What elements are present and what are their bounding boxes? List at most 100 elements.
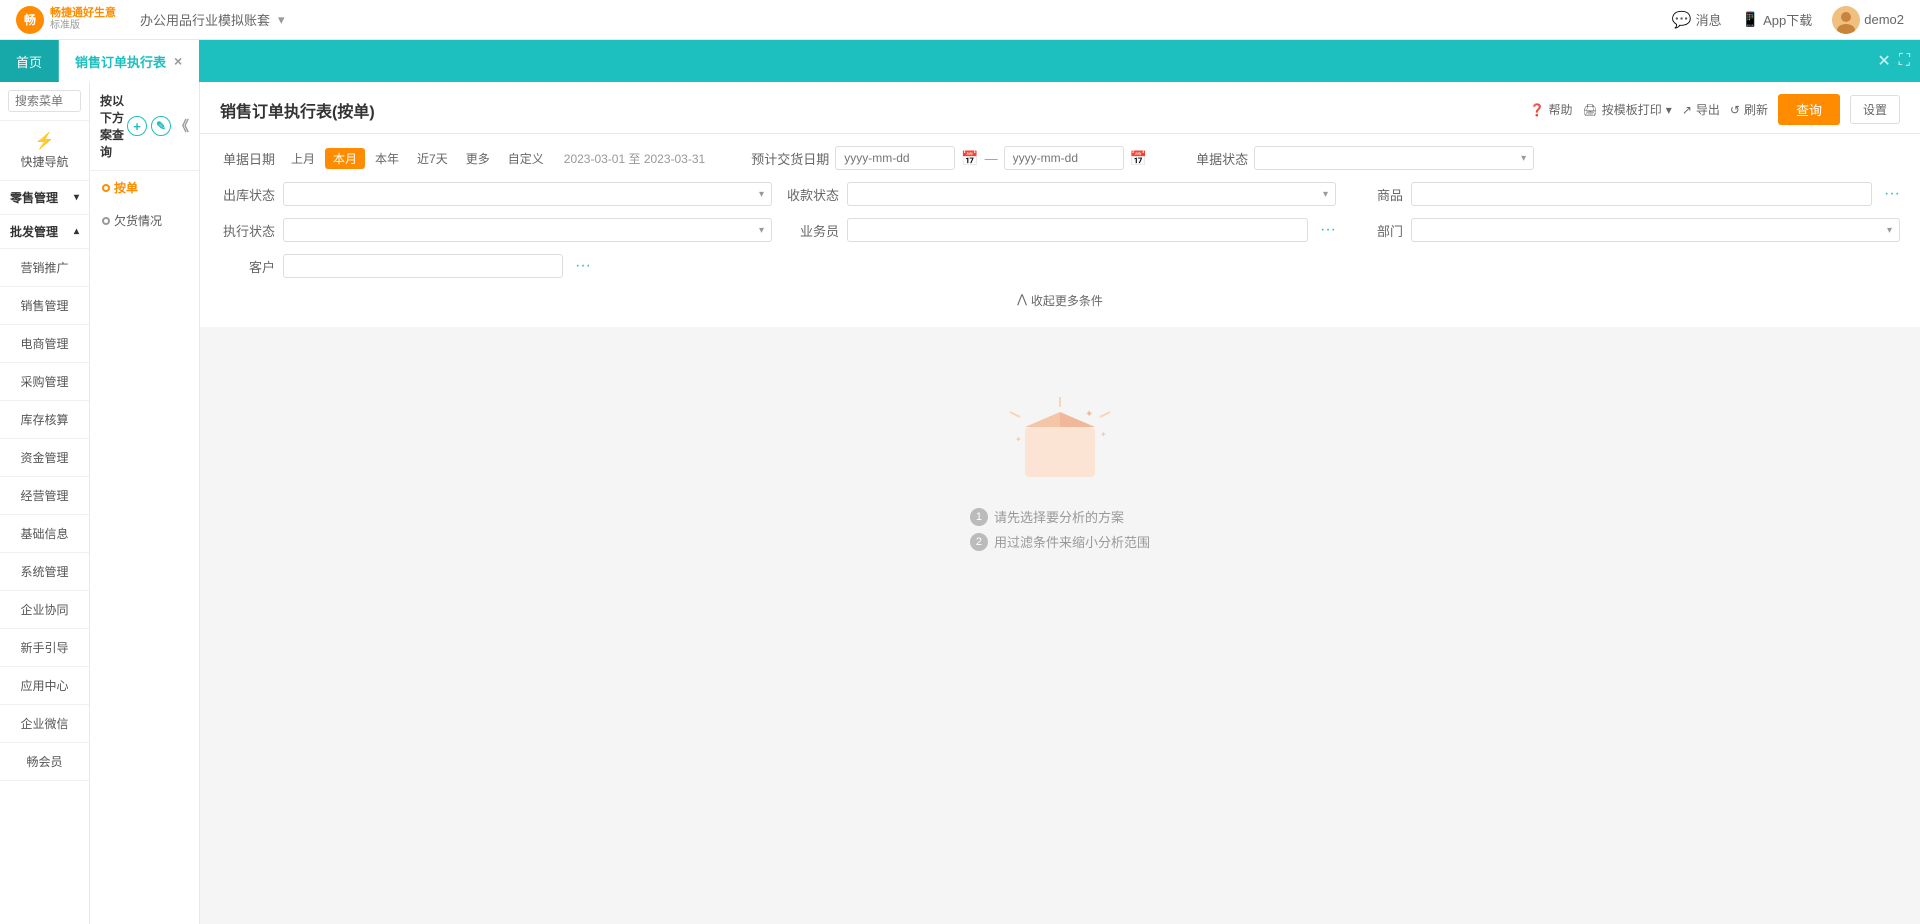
collapse-chevron-icon: ⋀ [1017, 292, 1027, 309]
customer-input[interactable] [283, 254, 563, 278]
date-filter-label: 单据日期 [220, 149, 275, 168]
sidebar-item-basic[interactable]: 基础信息 [0, 515, 89, 553]
logo-icon: 畅 [16, 6, 44, 34]
page-title: 销售订单执行表(按单) [220, 98, 375, 122]
tab-sales-order[interactable]: 销售订单执行表 × [59, 40, 199, 82]
inactive-dot-icon [102, 217, 110, 225]
empty-state: ✦ ✦ ✦ 1 请先选择要分析的方案 2 用过滤条件来缩小分析范围 [200, 327, 1920, 617]
active-dot-icon [102, 184, 110, 192]
empty-step-2: 2 用过滤条件来缩小分析范围 [970, 532, 1150, 551]
search-input[interactable] [8, 90, 81, 112]
sidebar-item-apps[interactable]: 应用中心 [0, 667, 89, 705]
sub-sidebar-item-欠货情况[interactable]: 欠货情况 [90, 204, 199, 237]
help-button[interactable]: ❓ 帮助 [1530, 101, 1573, 118]
date-tab-last-7[interactable]: 近7天 [409, 148, 456, 169]
department-select[interactable] [1411, 218, 1900, 242]
logo-area: 畅 畅捷通好生意 标准版 [16, 6, 116, 34]
page-header: 销售订单执行表(按单) ❓ 帮助 🖨 按模板打印 ▾ ↗ 导出 ↺ 刷新 [200, 82, 1920, 134]
sub-sidebar-add-button[interactable]: + [127, 116, 147, 136]
sidebar-item-retail[interactable]: 零售管理 ▾ [0, 181, 89, 215]
sub-sidebar-collapse-button[interactable]: 《 [175, 116, 189, 136]
date-tab-last-month[interactable]: 上月 [283, 148, 323, 169]
sub-sidebar-actions: + ✎ 《 [127, 116, 189, 136]
sidebar-item-ecommerce[interactable]: 电商管理 [0, 325, 89, 363]
sidebar-item-system[interactable]: 系统管理 [0, 553, 89, 591]
tab-close-window-icon[interactable]: ✕ [1877, 51, 1890, 71]
app-title-dropdown-icon[interactable]: ▾ [278, 12, 285, 28]
date-tab-more[interactable]: 更多 [458, 148, 498, 169]
delivery-calendar-to-icon[interactable]: 📅 [1130, 150, 1147, 167]
export-button[interactable]: ↗ 导出 [1682, 101, 1720, 118]
top-bar: 畅 畅捷通好生意 标准版 办公用品行业模拟账套 ▾ 💬 消息 📱 App下载 d… [0, 0, 1920, 40]
filter-section: 单据日期 上月 本月 本年 近7天 更多 自定义 2023-03-01 至 20… [200, 134, 1920, 327]
delivery-calendar-from-icon[interactable]: 📅 [961, 150, 978, 167]
sidebar-item-purchase[interactable]: 采购管理 [0, 363, 89, 401]
department-label: 部门 [1348, 221, 1403, 240]
sidebar-item-sales[interactable]: 销售管理 [0, 287, 89, 325]
customer-label: 客户 [220, 257, 275, 276]
tab-home[interactable]: 首页 [0, 40, 59, 82]
delivery-status-label: 出库状态 [220, 185, 275, 204]
query-button[interactable]: 查询 [1778, 94, 1840, 125]
sidebar-item-operation[interactable]: 经营管理 [0, 477, 89, 515]
sidebar-item-inventory[interactable]: 库存核算 [0, 401, 89, 439]
date-separator: — [985, 151, 998, 166]
date-tab-this-month[interactable]: 本月 [325, 148, 365, 169]
empty-steps-list: 1 请先选择要分析的方案 2 用过滤条件来缩小分析范围 [970, 507, 1150, 557]
app-download-button[interactable]: 📱 App下载 [1742, 10, 1813, 29]
tab-bar: 首页 销售订单执行表 × ✕ ⛶ [0, 40, 1920, 82]
sidebar-item-member[interactable]: 畅会员 [0, 743, 89, 781]
sidebar-item-enterprise[interactable]: 企业协同 [0, 591, 89, 629]
settings-button[interactable]: 设置 [1850, 95, 1900, 124]
delivery-date-to-input[interactable] [1004, 146, 1124, 170]
sidebar-search-area [0, 82, 89, 121]
salesperson-input[interactable] [847, 218, 1308, 242]
execution-status-label: 执行状态 [220, 221, 275, 240]
step-2-num: 2 [970, 533, 988, 551]
refresh-button[interactable]: ↺ 刷新 [1730, 101, 1768, 118]
retail-arrow-icon: ▾ [74, 192, 79, 203]
product-dots-icon[interactable]: ··· [1884, 185, 1900, 203]
tab-bar-actions: ✕ ⛶ [1867, 40, 1920, 82]
tab-close-icon[interactable]: × [174, 53, 182, 69]
sidebar-item-wholesale[interactable]: 批发管理 ▴ [0, 215, 89, 249]
status-label: 单据状态 [1193, 149, 1248, 168]
sidebar-item-marketing[interactable]: 营销推广 [0, 249, 89, 287]
app-title: 办公用品行业模拟账套 [140, 10, 270, 29]
execution-status-select[interactable] [283, 218, 772, 242]
sidebar-item-finance[interactable]: 资金管理 [0, 439, 89, 477]
logo-text: 畅捷通好生意 标准版 [50, 7, 116, 32]
sidebar-item-wechat[interactable]: 企业微信 [0, 705, 89, 743]
sidebar-item-quick-nav[interactable]: ⚡ 快捷导航 [0, 121, 89, 181]
date-tab-this-year[interactable]: 本年 [367, 148, 407, 169]
svg-text:✦: ✦ [1100, 430, 1107, 439]
main-layout: ⚡ 快捷导航 零售管理 ▾ 批发管理 ▴ 营销推广 销售管理 电商管理 采购管理… [0, 82, 1920, 924]
payment-status-select[interactable] [847, 182, 1336, 206]
sidebar: ⚡ 快捷导航 零售管理 ▾ 批发管理 ▴ 营销推广 销售管理 电商管理 采购管理… [0, 82, 90, 924]
customer-dots-icon[interactable]: ··· [575, 257, 591, 275]
top-bar-left: 畅 畅捷通好生意 标准版 办公用品行业模拟账套 ▾ [16, 6, 285, 34]
print-icon: 🖨 [1583, 103, 1598, 117]
delivery-date-from-input[interactable] [835, 146, 955, 170]
collapse-more-button[interactable]: ⋀ 收起更多条件 [220, 286, 1900, 315]
sub-sidebar: 按以下方案查询 + ✎ 《 按单 欠货情况 [90, 82, 200, 924]
export-icon: ↗ [1682, 103, 1692, 117]
sub-sidebar-edit-button[interactable]: ✎ [151, 116, 171, 136]
tab-expand-icon[interactable]: ⛶ [1899, 52, 1910, 70]
delivery-status-select[interactable] [283, 182, 772, 206]
date-tabs: 上月 本月 本年 近7天 更多 自定义 [283, 148, 552, 169]
quick-nav-icon: ⚡ [35, 131, 55, 151]
user-profile[interactable]: demo2 [1832, 6, 1904, 34]
sub-sidebar-item-按单[interactable]: 按单 [90, 171, 199, 204]
print-button[interactable]: 🖨 按模板打印 ▾ [1583, 101, 1672, 118]
svg-text:✦: ✦ [1015, 435, 1022, 444]
content-area: 销售订单执行表(按单) ❓ 帮助 🖨 按模板打印 ▾ ↗ 导出 ↺ 刷新 [200, 82, 1920, 924]
wholesale-arrow-icon: ▴ [74, 226, 79, 237]
message-button[interactable]: 💬 消息 [1672, 10, 1722, 30]
sidebar-item-newbie[interactable]: 新手引导 [0, 629, 89, 667]
salesperson-dots-icon[interactable]: ··· [1320, 221, 1336, 239]
product-input[interactable] [1411, 182, 1872, 206]
status-select[interactable] [1254, 146, 1534, 170]
date-tab-custom[interactable]: 自定义 [500, 148, 552, 169]
top-bar-right: 💬 消息 📱 App下载 demo2 [1672, 6, 1904, 34]
